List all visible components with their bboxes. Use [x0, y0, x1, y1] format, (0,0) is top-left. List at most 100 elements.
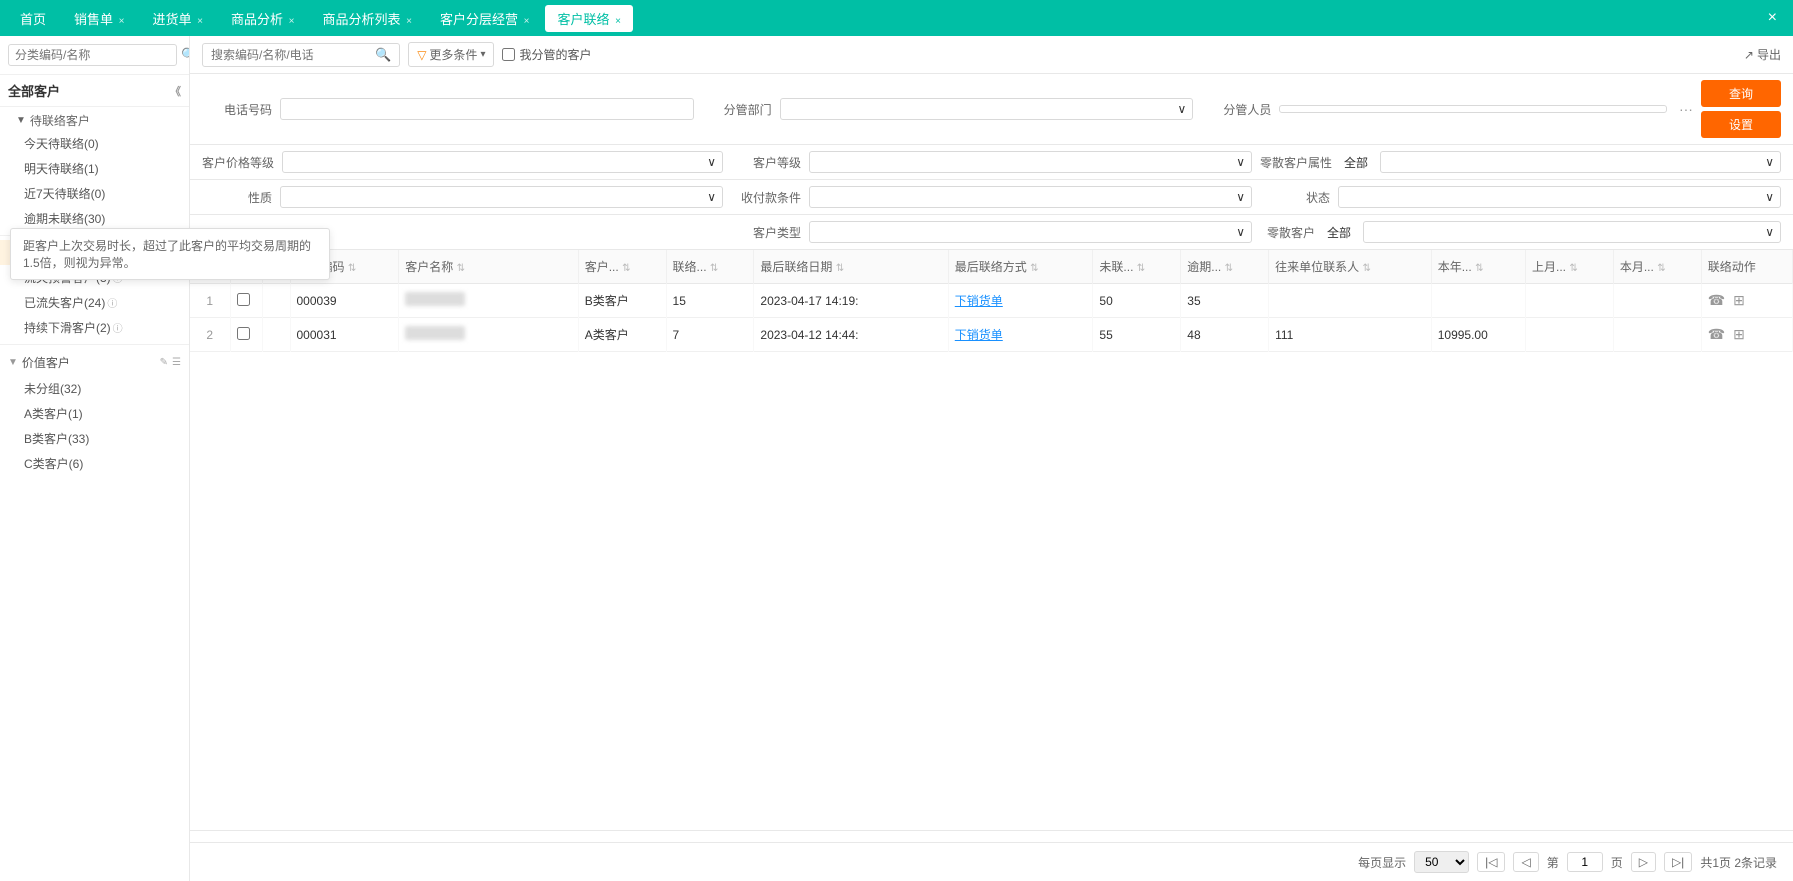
- table-header-row: ⚙ 客户编码 ⇅ 客户名称 ⇅ 客户... ⇅: [190, 250, 1793, 284]
- main-search-input[interactable]: [211, 48, 371, 62]
- sidebar-item-ungrouped[interactable]: 未分组(32): [0, 376, 189, 401]
- nav-item-product-analysis-list[interactable]: 商品分析列表 ×: [310, 5, 423, 32]
- nav-item-product-analysis[interactable]: 商品分析 ×: [219, 5, 306, 32]
- lost-info-icon[interactable]: ⓘ: [107, 295, 117, 310]
- sidebar-search-input[interactable]: [8, 44, 177, 66]
- col-overdue: 逾期... ⇅: [1181, 250, 1269, 284]
- pending-contact-group[interactable]: ▼ 待联络客户: [0, 107, 189, 131]
- sidebar-item-c-class[interactable]: C类客户(6): [0, 451, 189, 476]
- sidebar-item-today[interactable]: 今天待联络(0): [0, 131, 189, 156]
- row2-method-link[interactable]: 下销货单: [955, 328, 1003, 342]
- horizontal-scrollbar[interactable]: [190, 830, 1793, 842]
- sort-contact-icon[interactable]: ⇅: [710, 263, 718, 274]
- export-button[interactable]: ↗ 导出: [1744, 46, 1781, 63]
- nav-item-customer-segment[interactable]: 客户分层经营 ×: [428, 5, 541, 32]
- sort-type-icon[interactable]: ⇅: [622, 263, 630, 274]
- row1-contact-count: 15: [666, 284, 754, 318]
- my-customers-checkbox-wrap[interactable]: 我分管的客户: [502, 46, 591, 63]
- row2-last-method[interactable]: 下销货单: [948, 318, 1093, 352]
- value-customers-edit-icon[interactable]: ✎: [160, 357, 168, 368]
- sort-year-icon[interactable]: ⇅: [1475, 263, 1483, 274]
- row2-unit-contact: 111: [1269, 318, 1432, 352]
- settings-button[interactable]: 设置: [1701, 111, 1781, 138]
- value-customers-group[interactable]: ▼ 价值客户 ✎ ☰: [0, 349, 189, 376]
- content-area: 距客户上次交易时长，超过了此客户的平均交易周期的1.5倍，则视为异常。 🔍 ▽ …: [190, 36, 1793, 881]
- sidebar-collapse-icon[interactable]: 《: [170, 83, 181, 99]
- nav-close-product-list[interactable]: ×: [406, 16, 412, 27]
- price-level-select[interactable]: ∨: [282, 151, 723, 173]
- row2-actions: ☎ ⊞: [1701, 318, 1792, 352]
- filter-payment: 收付款条件 ∨: [731, 186, 1252, 208]
- nav-close-product-analysis[interactable]: ×: [289, 16, 295, 27]
- dept-select[interactable]: ∨: [780, 98, 1194, 120]
- nav-item-home[interactable]: 首页: [8, 5, 58, 32]
- row1-action-phone-icon[interactable]: ☎: [1708, 292, 1725, 309]
- filter-person: 分管人员 ···: [1201, 101, 1693, 118]
- prev-page-button[interactable]: ◁: [1513, 852, 1538, 872]
- sidebar-item-b-class[interactable]: B类客户(33): [0, 426, 189, 451]
- cust-type-select[interactable]: ∨: [809, 221, 1252, 243]
- nav-item-customer-contact[interactable]: 客户联络 ×: [545, 5, 632, 32]
- page-number-input[interactable]: [1567, 852, 1603, 872]
- sort-last-month-icon[interactable]: ⇅: [1569, 263, 1577, 274]
- nav-close-customer-contact[interactable]: ×: [615, 16, 621, 27]
- row1-method-link[interactable]: 下销货单: [955, 294, 1003, 308]
- nav-close-customer-segment[interactable]: ×: [524, 16, 530, 27]
- payment-select[interactable]: ∨: [809, 186, 1252, 208]
- row2-contact-count: 7: [666, 318, 754, 352]
- nav-close-sales[interactable]: ×: [119, 16, 125, 27]
- sort-this-month-icon[interactable]: ⇅: [1657, 263, 1665, 274]
- row1-code: 000039: [290, 284, 399, 318]
- main-search-icon[interactable]: 🔍: [375, 47, 391, 63]
- per-page-select[interactable]: 50 100 200: [1414, 851, 1469, 873]
- retail-cust-select[interactable]: ∨: [1363, 221, 1781, 243]
- more-conditions-button[interactable]: ▽ 更多条件 ▾: [408, 42, 494, 67]
- next-page-button[interactable]: ▷: [1631, 852, 1656, 872]
- nature-select[interactable]: ∨: [280, 186, 723, 208]
- sort-code-icon[interactable]: ⇅: [348, 263, 356, 274]
- sidebar-item-declining[interactable]: 持续下滑客户(2) ⓘ: [0, 315, 189, 340]
- filter-grid-row3: 性质 ∨ 收付款条件 ∨ 状态 ∨: [190, 180, 1793, 215]
- sidebar-item-7days[interactable]: 近7天待联络(0): [0, 181, 189, 206]
- status-label: 状态: [1260, 189, 1330, 206]
- person-dots-icon[interactable]: ···: [1679, 101, 1693, 117]
- all-customers-section[interactable]: 全部客户 《: [0, 75, 189, 107]
- nav-item-sales[interactable]: 销售单 ×: [62, 5, 136, 32]
- row1-checkbox[interactable]: [237, 293, 250, 306]
- sort-method-icon[interactable]: ⇅: [1030, 263, 1038, 274]
- first-page-button[interactable]: |◁: [1477, 852, 1505, 872]
- sort-overdue-icon[interactable]: ⇅: [1225, 263, 1233, 274]
- row2-this-month: [1613, 318, 1701, 352]
- sidebar-item-a-class[interactable]: A类客户(1): [0, 401, 189, 426]
- query-button[interactable]: 查询: [1701, 80, 1781, 107]
- row2-action-grid-icon[interactable]: ⊞: [1733, 326, 1745, 343]
- row1-last-method[interactable]: 下销货单: [948, 284, 1093, 318]
- sidebar-search-icon[interactable]: 🔍: [181, 47, 190, 63]
- retail-attr-select[interactable]: ∨: [1380, 151, 1781, 173]
- dept-label: 分管部门: [702, 101, 772, 118]
- row1-action-grid-icon[interactable]: ⊞: [1733, 292, 1745, 309]
- filter-customer-type: 客户类型 ∨: [731, 221, 1252, 243]
- nav-close-purchase[interactable]: ×: [197, 16, 203, 27]
- person-select[interactable]: [1279, 105, 1667, 113]
- col-last-contact-date: 最后联络日期 ⇅: [754, 250, 948, 284]
- cust-level-select[interactable]: ∨: [809, 151, 1252, 173]
- sidebar-item-lost[interactable]: 已流失客户(24) ⓘ: [0, 290, 189, 315]
- nav-item-purchase[interactable]: 进货单 ×: [141, 5, 215, 32]
- value-customers-settings-icon[interactable]: ☰: [172, 357, 181, 368]
- my-customers-checkbox[interactable]: [502, 48, 515, 61]
- sort-unit-icon[interactable]: ⇅: [1362, 263, 1370, 274]
- person-label: 分管人员: [1201, 101, 1271, 118]
- phone-input[interactable]: [280, 98, 694, 120]
- close-all-button[interactable]: ×: [1760, 9, 1785, 27]
- sort-no-contact-icon[interactable]: ⇅: [1137, 263, 1145, 274]
- row2-action-phone-icon[interactable]: ☎: [1708, 326, 1725, 343]
- sidebar-item-tomorrow[interactable]: 明天待联络(1): [0, 156, 189, 181]
- sort-date-icon[interactable]: ⇅: [836, 263, 844, 274]
- sort-name-icon[interactable]: ⇅: [457, 263, 465, 274]
- cust-level-chevron: ∨: [1236, 155, 1245, 169]
- row2-checkbox[interactable]: [237, 327, 250, 340]
- status-select[interactable]: ∨: [1338, 186, 1781, 208]
- last-page-button[interactable]: ▷|: [1664, 852, 1692, 872]
- declining-info-icon[interactable]: ⓘ: [113, 320, 123, 335]
